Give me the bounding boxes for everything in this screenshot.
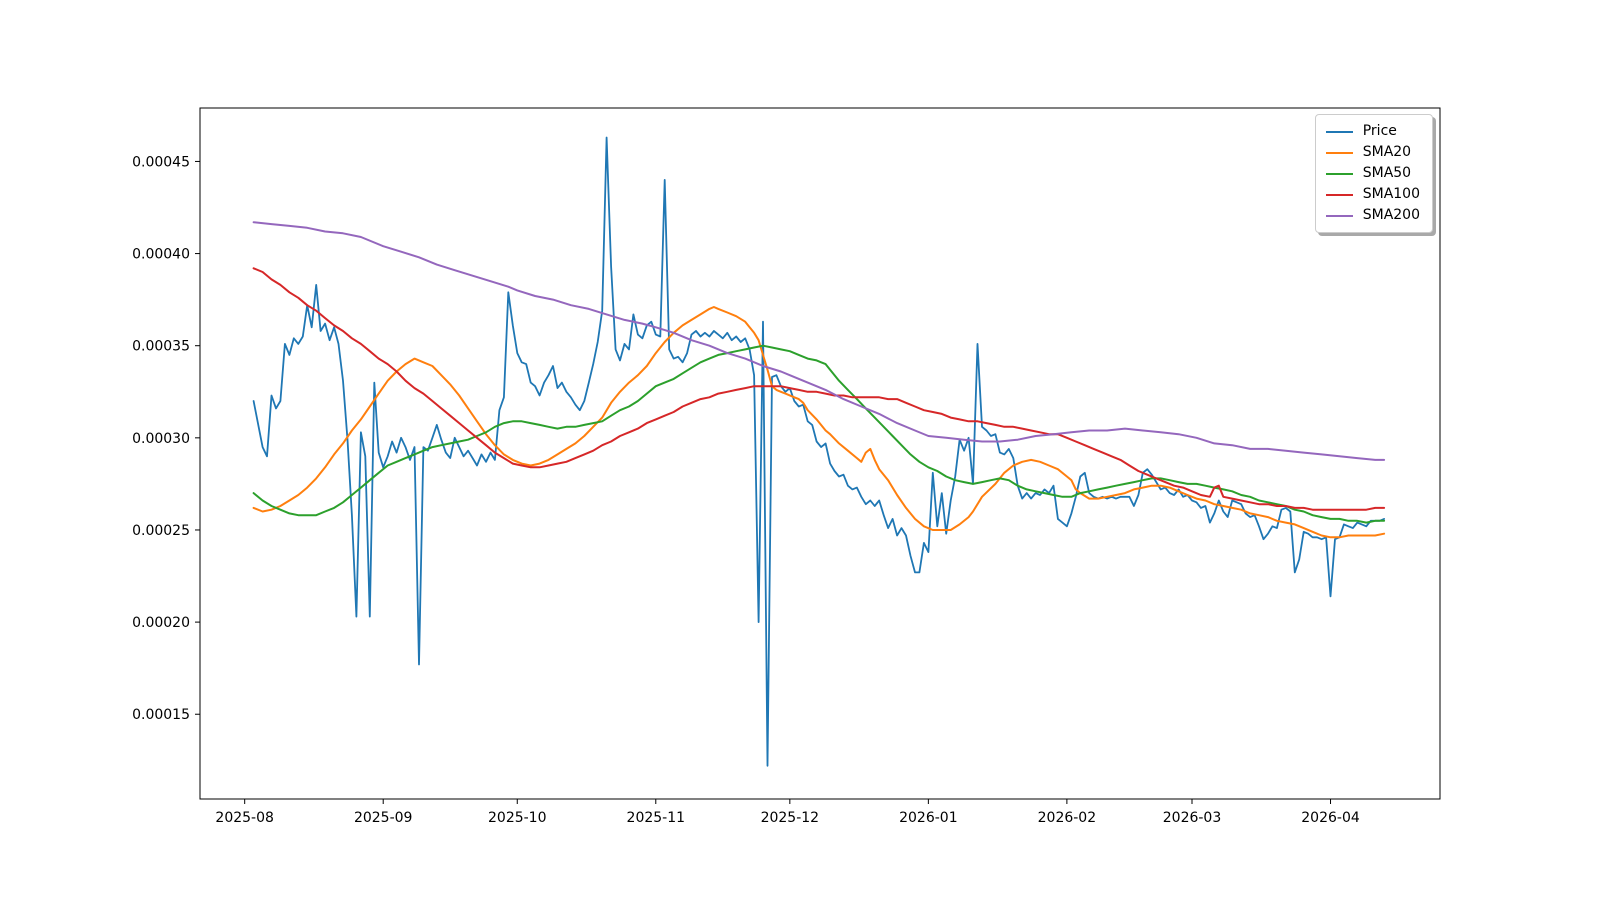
legend-entry-label: SMA20 [1362,144,1412,160]
y-tick-label: 0.00035 [132,339,190,355]
legend-line-swatch-price [1325,130,1353,133]
y-tick-label: 0.00040 [132,247,190,263]
x-tick-label: 2026-03 [1163,810,1222,826]
legend-line-swatch-sma50 [1325,172,1353,175]
y-tick-label: 0.00025 [132,523,190,539]
y-tick-label: 0.00045 [132,154,190,170]
legend-box: Price SMA20 SMA50 SMA100 SMA200 [1314,114,1433,233]
legend-line-swatch-sma200 [1325,214,1353,217]
x-tick-label: 2025-09 [354,810,413,826]
figure-canvas: 0.00015 0.00020 0.00025 0.00030 0.00035 0.000… [0,0,1600,900]
legend-entry-label: SMA50 [1362,165,1412,181]
x-tick-label: 2025-08 [215,810,274,826]
legend-entry-sma50: SMA50 [1325,165,1420,182]
legend-line-swatch-sma20 [1325,151,1353,154]
legend-entry-label: SMA100 [1362,186,1420,202]
legend-line-swatch-sma100 [1325,193,1353,196]
legend-entry-price: Price [1325,123,1420,140]
legend-entry-sma20: SMA20 [1325,144,1420,161]
x-tick-label: 2026-01 [899,810,958,826]
x-tick-label: 2025-11 [627,810,686,826]
x-tick-label: 2026-04 [1301,810,1360,826]
legend-entry-sma200: SMA200 [1325,207,1420,224]
legend-entry-label: Price [1362,123,1397,139]
legend-entry-sma100: SMA100 [1325,186,1420,203]
x-tick-label: 2025-12 [761,810,820,826]
y-tick-label: 0.00020 [132,615,190,631]
x-tick-label: 2026-02 [1038,810,1097,826]
legend-entry-label: SMA200 [1362,207,1420,223]
x-tick-label: 2025-10 [488,810,547,826]
y-tick-label: 0.00030 [132,431,190,447]
y-tick-label: 0.00015 [132,707,190,723]
